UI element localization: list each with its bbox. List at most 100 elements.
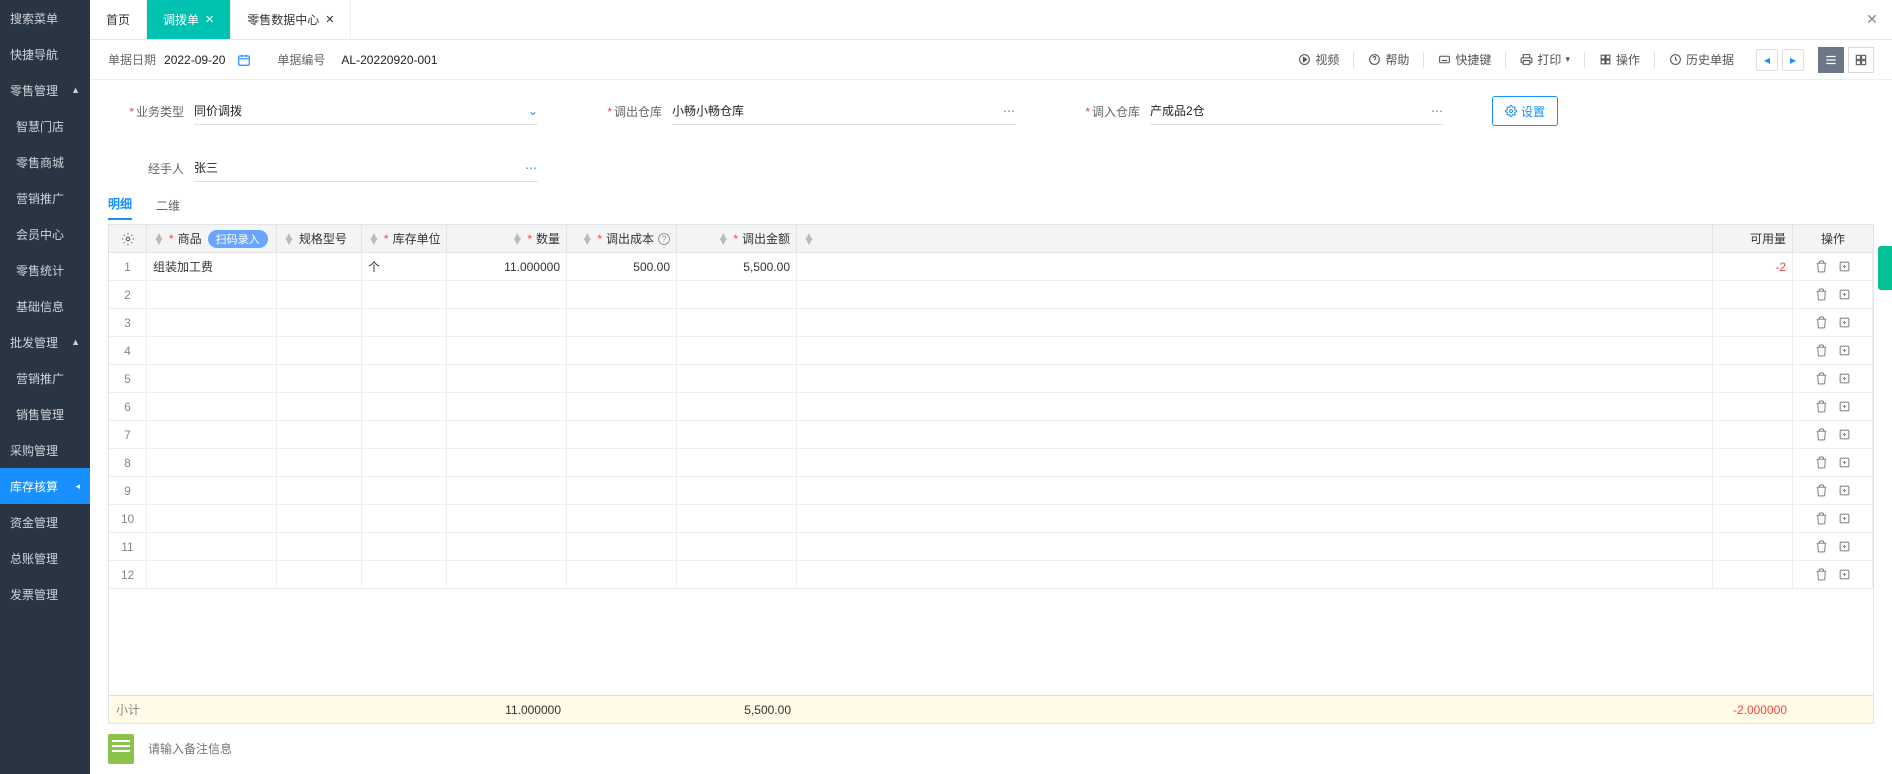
- sidebar-item[interactable]: 发票管理: [0, 576, 90, 612]
- prev-doc-button[interactable]: ◂: [1756, 49, 1778, 71]
- biztype-select[interactable]: 同价调拨⌄: [194, 97, 538, 125]
- table-row[interactable]: 1组装加工费个11.000000500.005,500.00-2: [109, 253, 1873, 281]
- add-row-icon[interactable]: [1838, 344, 1851, 357]
- add-row-icon[interactable]: [1838, 540, 1851, 553]
- card-view-button[interactable]: [1848, 47, 1874, 73]
- outwh-select[interactable]: 小畅小畅仓库⋯: [672, 97, 1016, 125]
- tab[interactable]: 调拨单✕: [147, 0, 231, 39]
- table-row[interactable]: 3: [109, 309, 1873, 337]
- docno-label: 单据编号: [277, 51, 325, 68]
- delete-icon[interactable]: [1815, 512, 1828, 525]
- delete-icon[interactable]: [1815, 260, 1828, 273]
- delete-icon[interactable]: [1815, 568, 1828, 581]
- table-row[interactable]: 10: [109, 505, 1873, 533]
- calendar-icon[interactable]: [237, 53, 251, 67]
- add-row-icon[interactable]: [1838, 316, 1851, 329]
- add-row-icon[interactable]: [1838, 428, 1851, 441]
- sidebar-item[interactable]: 零售统计: [0, 252, 90, 288]
- side-drawer-handle[interactable]: [1878, 246, 1892, 290]
- video-button[interactable]: 视频: [1290, 47, 1347, 73]
- date-value[interactable]: 2022-09-20: [164, 53, 225, 67]
- remark-input[interactable]: [148, 735, 1874, 763]
- foot-avail: -2.000000: [1713, 696, 1793, 723]
- col-avail[interactable]: 可用量: [1713, 225, 1793, 252]
- col-amount[interactable]: ▲▼*调出金额: [677, 225, 797, 252]
- table-row[interactable]: 12: [109, 561, 1873, 589]
- delete-icon[interactable]: [1815, 456, 1828, 469]
- operate-button[interactable]: 操作: [1591, 47, 1648, 73]
- sidebar-item[interactable]: 资金管理: [0, 504, 90, 540]
- inwh-select[interactable]: 产成品2仓⋯: [1150, 97, 1444, 125]
- col-product[interactable]: ▲▼*商品扫码录入: [147, 225, 277, 252]
- shortcut-button[interactable]: 快捷键: [1430, 47, 1499, 73]
- col-cost[interactable]: ▲▼*调出成本?: [567, 225, 677, 252]
- help-icon[interactable]: ?: [658, 233, 670, 245]
- delete-icon[interactable]: [1815, 400, 1828, 413]
- tab[interactable]: 零售数据中心✕: [231, 0, 351, 39]
- table-row[interactable]: 11: [109, 533, 1873, 561]
- history-button[interactable]: 历史单据: [1661, 47, 1742, 73]
- close-icon[interactable]: ✕: [325, 13, 334, 26]
- scan-badge[interactable]: 扫码录入: [208, 230, 268, 248]
- more-icon: ⋯: [1431, 104, 1444, 118]
- table-row[interactable]: 6: [109, 393, 1873, 421]
- sidebar-item[interactable]: 批发管理▲: [0, 324, 90, 360]
- col-spec[interactable]: ▲▼规格型号: [277, 225, 362, 252]
- more-icon: ⋯: [1003, 104, 1016, 118]
- sidebar-item[interactable]: 搜索菜单: [0, 0, 90, 36]
- add-row-icon[interactable]: [1838, 484, 1851, 497]
- add-row-icon[interactable]: [1838, 512, 1851, 525]
- sidebar-item[interactable]: 会员中心: [0, 216, 90, 252]
- grid-footer: 小计 11.000000 5,500.00 -2.000000: [109, 695, 1873, 723]
- tab[interactable]: 首页: [90, 0, 147, 39]
- table-row[interactable]: 8: [109, 449, 1873, 477]
- col-qty[interactable]: ▲▼*数量: [447, 225, 567, 252]
- sidebar-item[interactable]: 库存核算◂: [0, 468, 90, 504]
- subtab-detail[interactable]: 明细: [108, 195, 132, 220]
- sidebar-item[interactable]: 智慧门店: [0, 108, 90, 144]
- sidebar-item[interactable]: 基础信息: [0, 288, 90, 324]
- table-row[interactable]: 4: [109, 337, 1873, 365]
- add-row-icon[interactable]: [1838, 400, 1851, 413]
- table-row[interactable]: 7: [109, 421, 1873, 449]
- sidebar-item[interactable]: 营销推广: [0, 180, 90, 216]
- help-button[interactable]: 帮助: [1360, 47, 1417, 73]
- print-button[interactable]: 打印▾: [1512, 47, 1578, 73]
- col-unit[interactable]: ▲▼*库存单位: [362, 225, 447, 252]
- chevron-down-icon: ⌄: [528, 104, 538, 118]
- col-gap: ▲▼: [797, 225, 1713, 252]
- sidebar-item[interactable]: 营销推广: [0, 360, 90, 396]
- table-row[interactable]: 9: [109, 477, 1873, 505]
- close-all-icon[interactable]: ✕: [1852, 0, 1892, 39]
- sidebar-item[interactable]: 快捷导航: [0, 36, 90, 72]
- foot-amount: 5,500.00: [677, 696, 797, 723]
- sidebar-item[interactable]: 零售商城: [0, 144, 90, 180]
- delete-icon[interactable]: [1815, 484, 1828, 497]
- delete-icon[interactable]: [1815, 288, 1828, 301]
- list-view-button[interactable]: [1818, 47, 1844, 73]
- delete-icon[interactable]: [1815, 316, 1828, 329]
- handler-select[interactable]: 张三⋯: [194, 154, 538, 182]
- delete-icon[interactable]: [1815, 344, 1828, 357]
- table-row[interactable]: 2: [109, 281, 1873, 309]
- sidebar-item[interactable]: 销售管理: [0, 396, 90, 432]
- settings-button[interactable]: 设置: [1492, 96, 1558, 126]
- subtab-two[interactable]: 二维: [156, 197, 180, 220]
- delete-icon[interactable]: [1815, 372, 1828, 385]
- add-row-icon[interactable]: [1838, 568, 1851, 581]
- sidebar-item[interactable]: 零售管理▲: [0, 72, 90, 108]
- next-doc-button[interactable]: ▸: [1782, 49, 1804, 71]
- table-row[interactable]: 5: [109, 365, 1873, 393]
- close-icon[interactable]: ✕: [205, 13, 214, 26]
- gear-icon[interactable]: [109, 225, 147, 252]
- delete-icon[interactable]: [1815, 428, 1828, 441]
- add-row-icon[interactable]: [1838, 260, 1851, 273]
- add-row-icon[interactable]: [1838, 288, 1851, 301]
- add-row-icon[interactable]: [1838, 456, 1851, 469]
- add-row-icon[interactable]: [1838, 372, 1851, 385]
- sidebar-item[interactable]: 采购管理: [0, 432, 90, 468]
- delete-icon[interactable]: [1815, 540, 1828, 553]
- note-icon[interactable]: [108, 734, 134, 764]
- sidebar-item[interactable]: 总账管理: [0, 540, 90, 576]
- biztype-label: 业务类型: [136, 105, 184, 119]
